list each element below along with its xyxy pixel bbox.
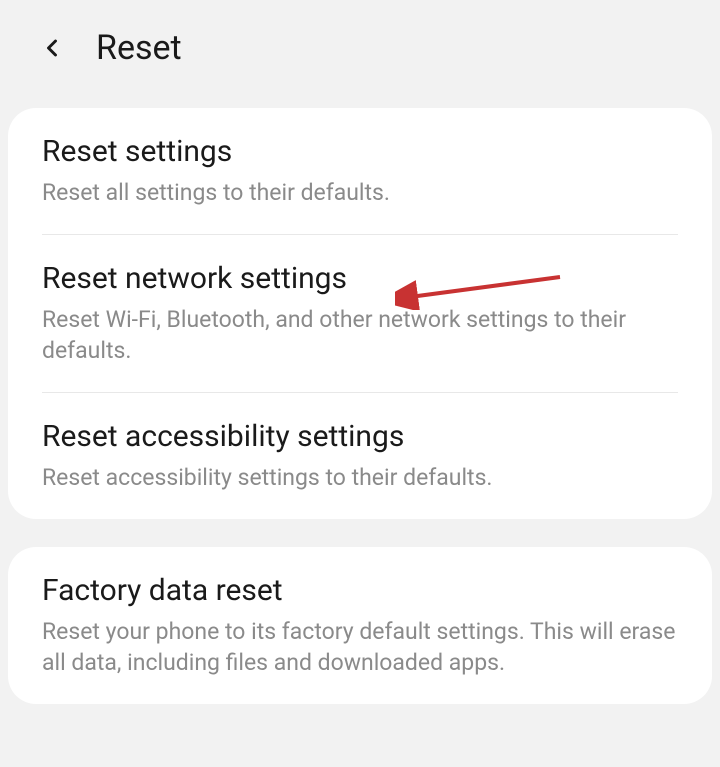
item-subtitle: Reset all settings to their defaults. (42, 177, 678, 208)
factory-reset-card: Factory data reset Reset your phone to i… (8, 547, 712, 704)
reset-network-settings-item[interactable]: Reset network settings Reset Wi-Fi, Blue… (8, 235, 712, 392)
item-title: Factory data reset (42, 573, 678, 608)
reset-options-card: Reset settings Reset all settings to the… (8, 108, 712, 519)
reset-settings-item[interactable]: Reset settings Reset all settings to the… (8, 108, 712, 234)
item-subtitle: Reset your phone to its factory default … (42, 616, 678, 678)
item-title: Reset accessibility settings (42, 419, 678, 454)
reset-accessibility-settings-item[interactable]: Reset accessibility settings Reset acces… (8, 393, 712, 519)
page-title: Reset (96, 28, 182, 68)
item-title: Reset network settings (42, 261, 678, 296)
item-subtitle: Reset accessibility settings to their de… (42, 462, 678, 493)
item-title: Reset settings (42, 134, 678, 169)
item-subtitle: Reset Wi-Fi, Bluetooth, and other networ… (42, 304, 678, 366)
header: Reset (0, 0, 720, 96)
factory-data-reset-item[interactable]: Factory data reset Reset your phone to i… (8, 547, 712, 704)
back-icon[interactable] (38, 34, 66, 62)
